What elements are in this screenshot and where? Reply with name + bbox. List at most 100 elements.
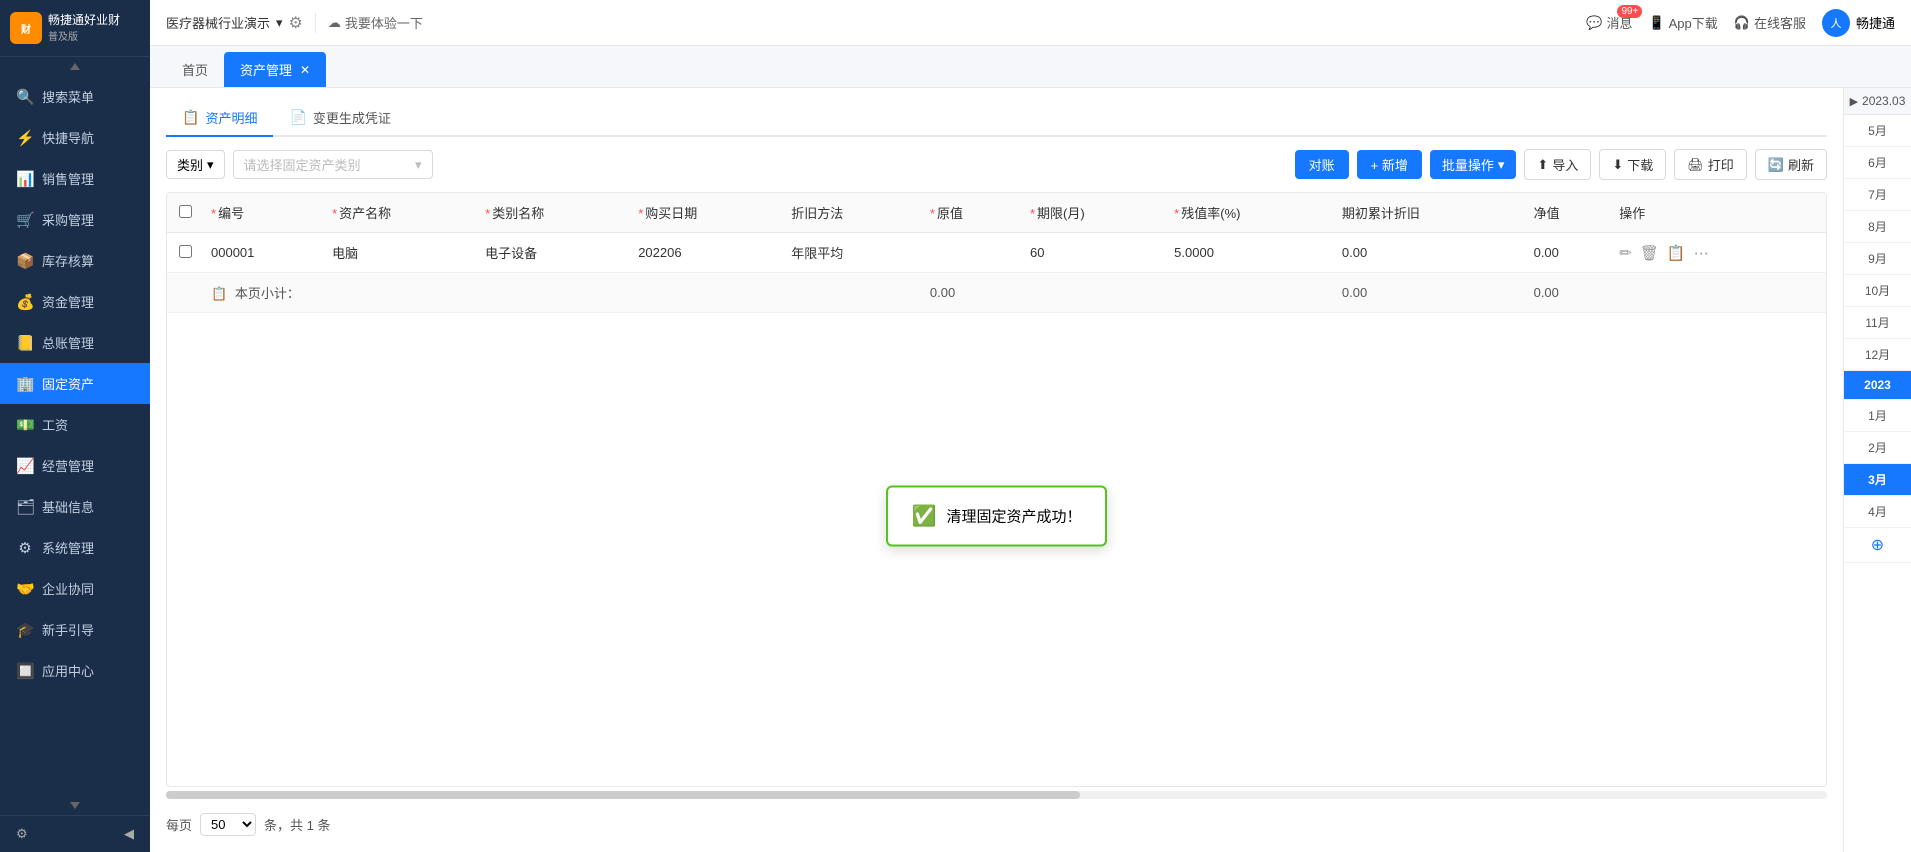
sidebar-item-apps[interactable]: 🔲 应用中心: [0, 650, 150, 691]
batch-btn[interactable]: 批量操作 ▾: [1430, 150, 1517, 179]
collapse-right-icon[interactable]: ▶: [1850, 95, 1858, 108]
sidebar-item-search[interactable]: 🔍 搜索菜单: [0, 76, 150, 117]
rp-month-11[interactable]: 11月: [1844, 307, 1911, 339]
sidebar-item-quicknav[interactable]: ⚡ 快捷导航: [0, 117, 150, 158]
page-size-select[interactable]: 50 10 20 100: [200, 813, 256, 836]
new-btn[interactable]: + 新增: [1357, 150, 1422, 179]
cell-buy-date: 202206: [630, 233, 783, 273]
scroll-down-btn[interactable]: [0, 796, 150, 815]
sidebar-item-sales[interactable]: 📊 销售管理: [0, 158, 150, 199]
subtotal-label-cell: 📋 本页小计：: [203, 273, 922, 313]
fixed-icon: 🏢: [16, 375, 34, 393]
select-all-cell: [167, 193, 203, 233]
cell-type: 电子设备: [477, 233, 630, 273]
col-depr-method: 折旧方法: [783, 193, 922, 233]
sidebar-item-basic[interactable]: 🗂 基础信息: [0, 486, 150, 527]
sidebar-item-fixed[interactable]: 🏢 固定资产: [0, 363, 150, 404]
type-input[interactable]: 请选择固定资产类别 ▾: [233, 150, 433, 179]
scroll-up-btn[interactable]: [0, 57, 150, 76]
sidebar-item-salary[interactable]: 💵 工资: [0, 404, 150, 445]
tab-home[interactable]: 首页: [166, 52, 224, 87]
sub-tab-asset-detail[interactable]: 📋 资产明细: [166, 100, 273, 137]
rp-month-3-active[interactable]: 3月: [1844, 464, 1911, 496]
table-header: *编号 *资产名称 *类别名称 *购买日期 折旧方法 *原值 *期限(月) *残…: [167, 193, 1826, 233]
top-header: 医疗器械行业演示 ▾ ⚙ ☁ 我要体验一下 💬 消息 99+ 📱 App下载 🎧…: [150, 0, 1911, 46]
rp-month-2[interactable]: 2月: [1844, 432, 1911, 464]
rp-month-9[interactable]: 9月: [1844, 243, 1911, 275]
logo-icon: 财: [10, 12, 42, 44]
horizontal-scrollbar[interactable]: [166, 791, 1827, 799]
more-icon[interactable]: ⋯: [1694, 244, 1709, 262]
rp-month-8[interactable]: 8月: [1844, 211, 1911, 243]
notification-popup: ✅ 清理固定资产成功！: [886, 486, 1108, 547]
delete-icon[interactable]: 🗑: [1640, 244, 1659, 262]
copy-icon[interactable]: 📋: [1667, 244, 1686, 262]
rp-month-6[interactable]: 6月: [1844, 147, 1911, 179]
rp-header: ▶ 2023.03: [1844, 88, 1911, 115]
download-icon: ⬇: [1612, 157, 1623, 173]
sidebar-item-inventory[interactable]: 📦 库存核算: [0, 240, 150, 281]
rp-month-10[interactable]: 10月: [1844, 275, 1911, 307]
col-original-value: *原值: [922, 193, 1022, 233]
app-download-btn[interactable]: 📱 App下载: [1648, 13, 1717, 32]
sidebar-item-purchase[interactable]: 🛒 采购管理: [0, 199, 150, 240]
cell-init-accum-depr: 0.00: [1334, 233, 1526, 273]
sidebar-item-ops[interactable]: 📈 经营管理: [0, 445, 150, 486]
reconcile-btn[interactable]: 对账: [1295, 150, 1349, 179]
settings-gear-icon[interactable]: ⚙: [289, 13, 303, 33]
sidebar-item-coop[interactable]: 🤝 企业协同: [0, 568, 150, 609]
rp-month-1[interactable]: 1月: [1844, 400, 1911, 432]
message-badge: 99+: [1617, 5, 1642, 18]
header-row: *编号 *资产名称 *类别名称 *购买日期 折旧方法 *原值 *期限(月) *残…: [167, 193, 1826, 233]
sidebar-item-funds[interactable]: 💰 资金管理: [0, 281, 150, 322]
select-all-checkbox[interactable]: [179, 205, 192, 218]
notification-text: 清理固定资产成功！: [946, 506, 1081, 527]
action-icons: ✏ 🗑 📋 ⋯: [1619, 244, 1818, 262]
avatar: 人: [1822, 9, 1850, 37]
sidebar-nav: 🔍 搜索菜单 ⚡ 快捷导航 📊 销售管理 🛒 采购管理 📦 库存核算 💰 资金管…: [0, 76, 150, 796]
download-btn[interactable]: ⬇ 下载: [1599, 149, 1666, 180]
messages-btn[interactable]: 💬 消息 99+: [1586, 13, 1632, 32]
tab-asset-mgmt[interactable]: 资产管理 ✕: [224, 52, 326, 87]
company-selector[interactable]: 医疗器械行业演示 ▾ ⚙: [166, 13, 303, 33]
apps-icon: 🔲: [16, 662, 34, 680]
collapse-icon[interactable]: ◀: [124, 826, 134, 842]
rp-month-4[interactable]: 4月: [1844, 496, 1911, 528]
cell-net-value: 0.00: [1526, 233, 1612, 273]
refresh-btn[interactable]: 🔄 刷新: [1755, 149, 1827, 180]
col-net-value: 净值: [1526, 193, 1612, 233]
logo-sub: 普及版: [48, 28, 120, 43]
settings-icon[interactable]: ⚙: [16, 826, 28, 842]
rp-expand-icon[interactable]: ⊕: [1844, 528, 1911, 563]
cloud-icon: ☁: [328, 15, 341, 31]
content-main: 📋 资产明细 📄 变更生成凭证 类别 ▾ 请选择固定资产类别: [150, 88, 1843, 852]
edit-icon[interactable]: ✏: [1619, 244, 1632, 262]
experience-btn[interactable]: ☁ 我要体验一下: [328, 13, 423, 32]
scroll-down-arrow[interactable]: [70, 802, 80, 809]
col-actions: 操作: [1611, 193, 1826, 233]
rp-month-5[interactable]: 5月: [1844, 115, 1911, 147]
user-info[interactable]: 人 畅捷通: [1822, 9, 1895, 37]
ledger-icon: 📒: [16, 334, 34, 352]
content-area: 📋 资产明细 📄 变更生成凭证 类别 ▾ 请选择固定资产类别: [150, 88, 1911, 852]
type-filter[interactable]: 类别 ▾: [166, 150, 225, 179]
chevron-down-icon: ▾: [415, 157, 422, 173]
scrollbar-thumb[interactable]: [166, 791, 1080, 799]
print-btn[interactable]: 🖨 打印: [1674, 149, 1747, 180]
sidebar: 财 畅捷通好业财 普及版 🔍 搜索菜单 ⚡ 快捷导航 📊 销售管理 🛒 采购管理…: [0, 0, 150, 852]
import-btn[interactable]: ⬆ 导入: [1524, 149, 1591, 180]
rp-month-12[interactable]: 12月: [1844, 339, 1911, 371]
company-name: 医疗器械行业演示: [166, 13, 270, 32]
sidebar-item-guide[interactable]: 🎓 新手引导: [0, 609, 150, 650]
scroll-up-arrow[interactable]: [70, 63, 80, 70]
sidebar-item-ledger[interactable]: 📒 总账管理: [0, 322, 150, 363]
rp-month-7[interactable]: 7月: [1844, 179, 1911, 211]
online-service-btn[interactable]: 🎧 在线客服: [1734, 13, 1806, 32]
sidebar-item-system[interactable]: ⚙ 系统管理: [0, 527, 150, 568]
rp-year-2023[interactable]: 2023: [1844, 371, 1911, 400]
row-checkbox[interactable]: [179, 245, 192, 258]
tab-close-icon[interactable]: ✕: [300, 63, 310, 77]
sub-tab-voucher-gen[interactable]: 📄 变更生成凭证: [273, 100, 406, 137]
cell-depr-method: 年限平均: [783, 233, 922, 273]
sales-icon: 📊: [16, 170, 34, 188]
